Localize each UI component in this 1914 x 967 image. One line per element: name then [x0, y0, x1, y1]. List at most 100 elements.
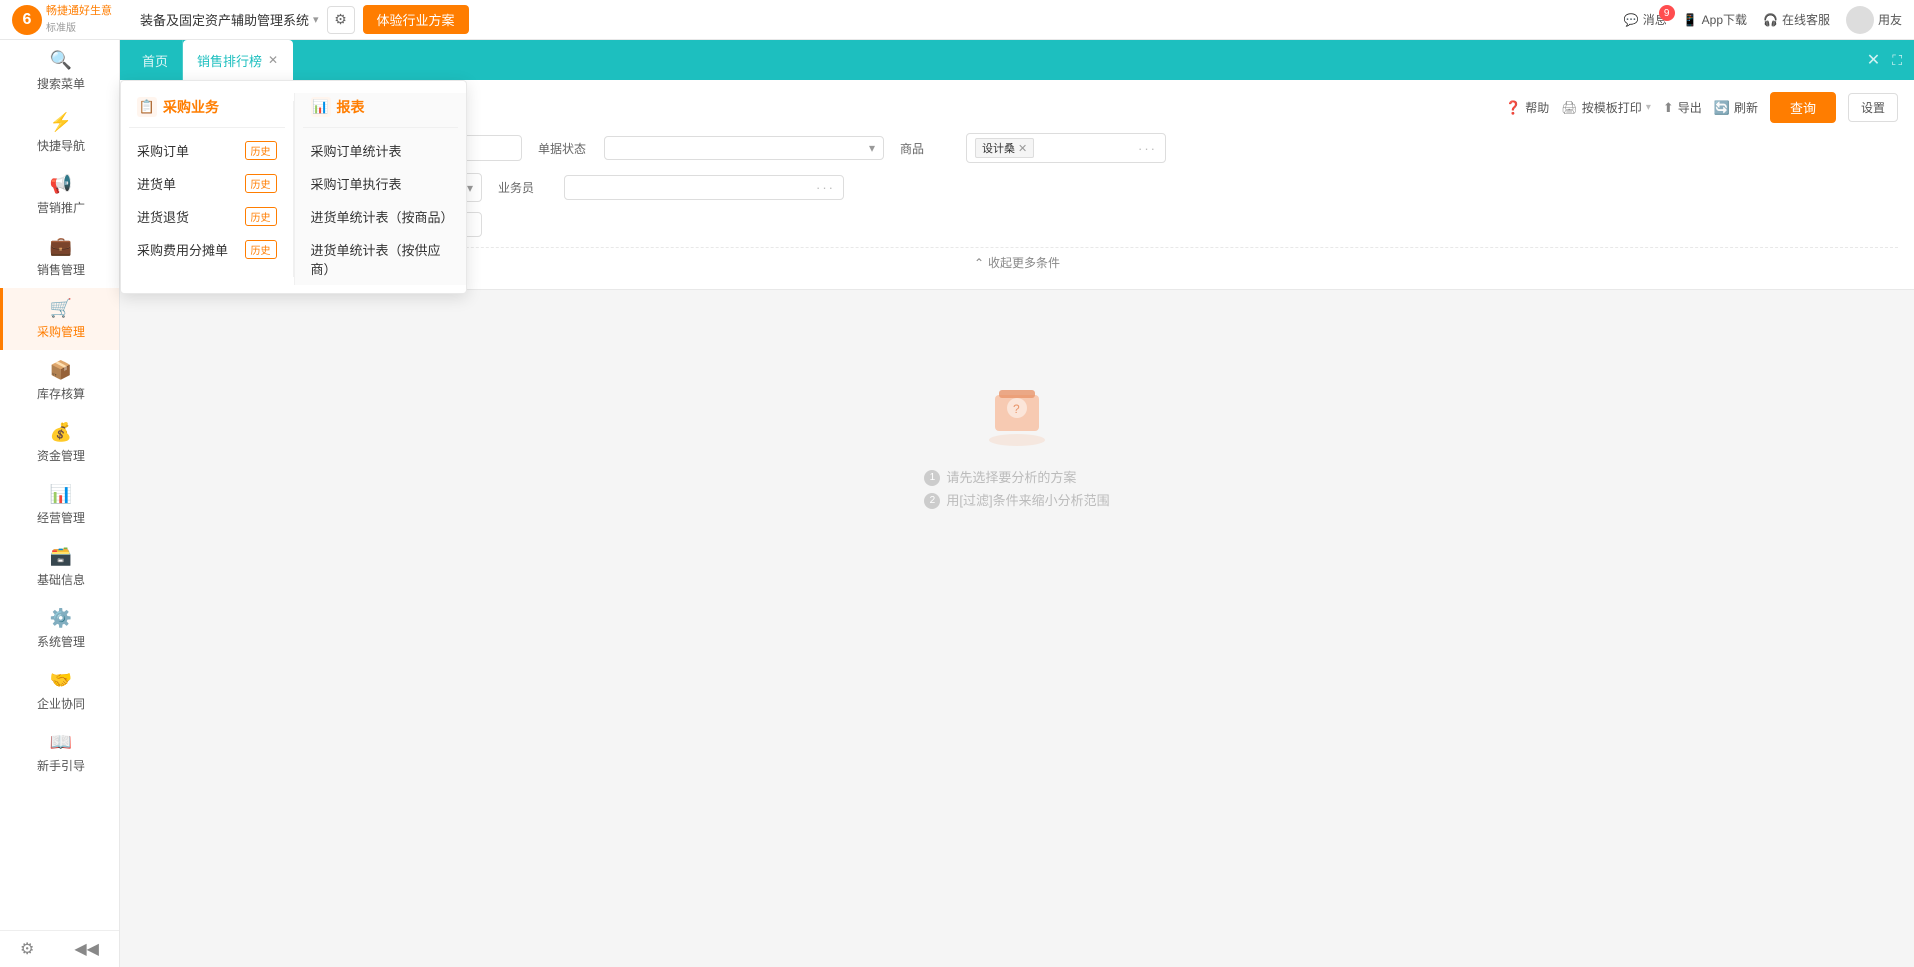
tab-home[interactable]: 首页 — [128, 40, 183, 80]
help-btn[interactable]: ❓ 帮助 — [1505, 99, 1549, 116]
sidebar-item-basic-info[interactable]: 🗃️ 基础信息 — [0, 536, 119, 598]
sidebar-collapse-btn[interactable]: ◀◀ — [74, 939, 99, 959]
menu-item-purchase-order[interactable]: 采购订单 历史 — [129, 134, 285, 167]
menu-item-receipt-by-goods-label: 进货单统计表（按商品） — [311, 207, 451, 226]
menu-purchase-title-text: 采购业务 — [163, 97, 219, 117]
app-download-btn[interactable]: 📱 App下载 — [1683, 11, 1747, 28]
sidebar-label-marketing: 营销推广 — [37, 199, 85, 216]
megaphone-icon: 📢 — [50, 174, 72, 195]
sidebar-item-sales[interactable]: 💼 销售管理 — [0, 226, 119, 288]
staff-label: 业务员 — [498, 179, 548, 196]
sidebar-item-marketing[interactable]: 📢 营销推广 — [0, 164, 119, 226]
help-icon: ❓ — [1505, 100, 1521, 116]
sidebar-item-system[interactable]: ⚙️ 系统管理 — [0, 598, 119, 660]
tab-sales-rank-label: 销售排行榜 — [197, 51, 262, 70]
refresh-btn[interactable]: 🔄 刷新 — [1714, 99, 1758, 116]
messages-btn[interactable]: 💬 消息 9 — [1624, 11, 1667, 28]
menu-item-goods-return-badge: 历史 — [245, 207, 277, 226]
search-icon: 🔍 — [50, 50, 72, 71]
menu-cols: 📋 采购业务 采购订单 历史 进货单 历史 进货退货 历史 采购费用分摊单 历史 — [121, 93, 466, 285]
top-bar-right: 💬 消息 9 📱 App下载 🎧 在线客服 用友 — [1624, 6, 1902, 34]
menu-col-purchase: 📋 采购业务 采购订单 历史 进货单 历史 进货退货 历史 采购费用分摊单 历史 — [121, 93, 293, 285]
menu-item-purchase-expense-label: 采购费用分摊单 — [137, 240, 228, 259]
status-chevron-icon: ▾ — [869, 141, 875, 155]
tip2-text: 用[过滤]条件来缩小分析范围 — [946, 489, 1109, 512]
sidebar-item-operations[interactable]: 📊 经营管理 — [0, 474, 119, 536]
print-chevron-icon: ▾ — [1646, 102, 1651, 113]
online-service-label: 在线客服 — [1782, 11, 1830, 28]
logo: 6 畅捷通好生意 标准版 — [12, 5, 132, 35]
system-title-text: 装备及固定资产辅助管理系统 — [140, 10, 309, 29]
avatar — [1846, 6, 1874, 34]
system-title-btn[interactable]: 装备及固定资产辅助管理系统 ▾ — [140, 10, 319, 29]
export-label: 导出 — [1678, 99, 1702, 116]
book-icon: 📖 — [50, 732, 72, 753]
menu-item-goods-receipt-label: 进货单 — [137, 174, 176, 193]
menu-item-goods-receipt[interactable]: 进货单 历史 — [129, 167, 285, 200]
sidebar-item-enterprise[interactable]: 🤝 企业协同 — [0, 660, 119, 722]
chevron-down-icon: ▾ — [313, 13, 319, 26]
refresh-label: 刷新 — [1734, 99, 1758, 116]
sidebar-label-system: 系统管理 — [37, 633, 85, 650]
headset-icon: 🎧 — [1763, 13, 1778, 27]
tab-sales-rank[interactable]: 销售排行榜 ✕ — [183, 40, 293, 80]
tip1-num: 1 — [924, 470, 940, 486]
collapse-up-icon: ⌃ — [974, 256, 984, 270]
gear-button[interactable]: ⚙ — [327, 6, 355, 34]
sidebar-item-purchase[interactable]: 🛒 采购管理 — [0, 288, 119, 350]
menu-item-receipt-by-goods[interactable]: 进货单统计表（按商品） — [303, 200, 459, 233]
tab-home-label: 首页 — [142, 51, 168, 70]
goods-field[interactable]: 设计桑 ✕ ··· — [966, 133, 1166, 163]
tab-close-icon[interactable]: ✕ — [268, 53, 278, 67]
tab-bar-close-icon[interactable]: ✕ — [1859, 50, 1888, 70]
sidebar-label-basic-info: 基础信息 — [37, 571, 85, 588]
staff-more-icon[interactable]: ··· — [816, 180, 835, 195]
help-label: 帮助 — [1525, 99, 1549, 116]
sidebar-item-quick-nav[interactable]: ⚡ 快捷导航 — [0, 102, 119, 164]
industry-btn[interactable]: 体验行业方案 — [363, 5, 469, 34]
print-btn[interactable]: 🖨 按模板打印 ▾ — [1561, 99, 1651, 116]
message-badge: 9 — [1659, 5, 1675, 21]
sidebar-item-inventory[interactable]: 📦 库存核算 — [0, 350, 119, 412]
lightning-icon: ⚡ — [50, 112, 72, 133]
sidebar-bottom: ⚙ ◀◀ — [0, 930, 119, 967]
user-name: 用友 — [1878, 11, 1902, 28]
tab-bar: 首页 销售排行榜 ✕ ✕ ⛶ — [120, 40, 1914, 80]
menu-item-goods-return[interactable]: 进货退货 历史 — [129, 200, 285, 233]
sidebar-label-inventory: 库存核算 — [37, 385, 85, 402]
refresh-icon: 🔄 — [1714, 100, 1730, 116]
settings-icon: ⚙️ — [50, 608, 72, 629]
cart-icon: 🛒 — [50, 298, 72, 319]
goods-tag-value: 设计桑 — [982, 140, 1015, 156]
purchase-dropdown-menu: 📋 采购业务 采购订单 历史 进货单 历史 进货退货 历史 采购费用分摊单 历史 — [120, 80, 467, 294]
sidebar-label-finance: 资金管理 — [37, 447, 85, 464]
tab-bar-expand-icon[interactable]: ⛶ — [1888, 52, 1906, 69]
menu-item-receipt-by-supplier[interactable]: 进货单统计表（按供应商） — [303, 233, 459, 285]
sidebar-item-guide[interactable]: 📖 新手引导 — [0, 722, 119, 784]
svg-text:?: ? — [1013, 402, 1020, 416]
tip1-text: 请先选择要分析的方案 — [946, 466, 1076, 489]
staff-field[interactable]: ··· — [564, 175, 844, 200]
export-btn[interactable]: ⬆ 导出 — [1663, 99, 1702, 116]
menu-item-purchase-order-badge: 历史 — [245, 141, 277, 160]
goods-more-icon[interactable]: ··· — [1138, 141, 1157, 156]
top-bar: 6 畅捷通好生意 标准版 装备及固定资产辅助管理系统 ▾ ⚙ 体验行业方案 💬 … — [0, 0, 1914, 40]
settings-btn[interactable]: 设置 — [1848, 93, 1898, 122]
sidebar-item-finance[interactable]: 💰 资金管理 — [0, 412, 119, 474]
print-icon: 🖨 — [1561, 100, 1578, 116]
online-service-btn[interactable]: 🎧 在线客服 — [1763, 11, 1830, 28]
status-field[interactable]: ▾ — [604, 136, 884, 160]
menu-item-po-exec-label: 采购订单执行表 — [311, 174, 402, 193]
user-menu-btn[interactable]: 用友 — [1846, 6, 1902, 34]
goods-tag: 设计桑 ✕ — [975, 138, 1034, 158]
tag-close-icon[interactable]: ✕ — [1018, 142, 1027, 155]
sidebar-item-search[interactable]: 🔍 搜索菜单 — [0, 40, 119, 102]
menu-item-po-stats[interactable]: 采购订单统计表 — [303, 134, 459, 167]
export-icon: ⬆ — [1663, 100, 1674, 116]
menu-item-purchase-expense[interactable]: 采购费用分摊单 历史 — [129, 233, 285, 266]
tip2-num: 2 — [924, 493, 940, 509]
sidebar-settings-btn[interactable]: ⚙ — [20, 939, 34, 959]
sidebar-label-operations: 经营管理 — [37, 509, 85, 526]
menu-item-po-exec[interactable]: 采购订单执行表 — [303, 167, 459, 200]
query-btn[interactable]: 查询 — [1770, 92, 1836, 123]
